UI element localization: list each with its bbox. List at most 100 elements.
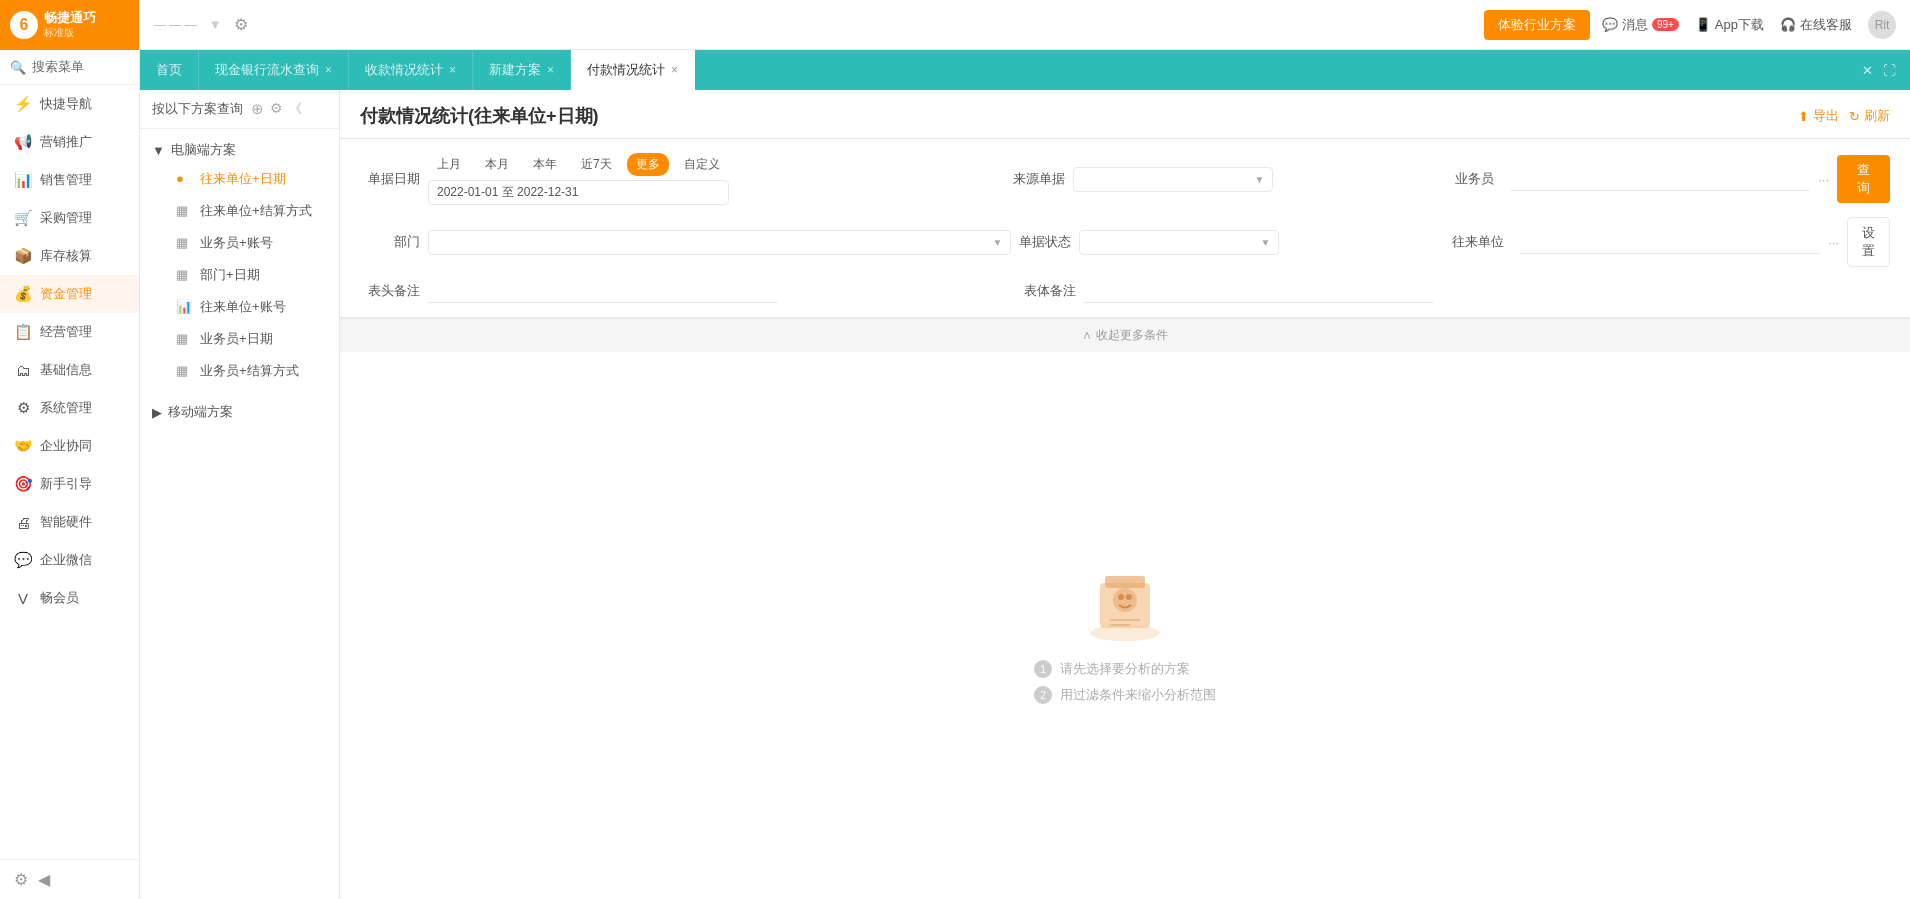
tabbar: 首页 现金银行流水查询 × 收款情况统计 × 新建方案 × 付款情况统计 × ✕…: [140, 50, 1910, 90]
date-range-input[interactable]: 2022-01-01 至 2022-12-31: [428, 180, 729, 205]
tab-bank-flow[interactable]: 现金银行流水查询 ×: [199, 50, 349, 90]
scheme-item-partner-account[interactable]: 📊 往来单位+账号: [152, 291, 327, 323]
dept-date-icon: ▦: [176, 267, 192, 283]
refresh-button[interactable]: ↻ 刷新: [1849, 107, 1890, 125]
operation-icon: 📋: [14, 323, 32, 341]
trial-button[interactable]: 体验行业方案: [1484, 10, 1590, 40]
message-item[interactable]: 💬 消息 99+: [1602, 16, 1679, 34]
tab-receipt-stats[interactable]: 收款情况统计 ×: [349, 50, 473, 90]
sidebar-item-vip[interactable]: V 畅会员: [0, 579, 139, 617]
sidebar-item-sales[interactable]: 📊 销售管理: [0, 161, 139, 199]
collapse-sidebar-icon[interactable]: ◀: [38, 870, 50, 889]
tab-new-scheme-close[interactable]: ×: [547, 63, 554, 77]
sidebar-item-enterprise[interactable]: 🤝 企业协同: [0, 427, 139, 465]
partner-date-icon: ●: [176, 171, 192, 187]
tab-new-scheme[interactable]: 新建方案 ×: [473, 50, 571, 90]
search-menu[interactable]: 🔍 搜索菜单: [0, 50, 139, 85]
mobile-group-label: 移动端方案: [168, 403, 233, 421]
service-icon: 🎧: [1780, 17, 1796, 32]
purchase-icon: 🛒: [14, 209, 32, 227]
filter-col-header-remark: 表头备注: [360, 279, 1016, 303]
date-btn-7days[interactable]: 近7天: [572, 153, 621, 176]
sidebar-item-purchase[interactable]: 🛒 采购管理: [0, 199, 139, 237]
tab-home[interactable]: 首页: [140, 50, 199, 90]
doc-status-select-wrap: [1079, 230, 1279, 255]
sidebar-label-sales: 销售管理: [40, 171, 92, 189]
scheme-settings-icon[interactable]: ⚙: [270, 100, 283, 118]
settings-bottom-icon[interactable]: ⚙: [14, 870, 28, 889]
scheme-group-mobile: ▶ 移动端方案: [140, 391, 339, 429]
partner-more-icon[interactable]: ···: [1828, 235, 1839, 250]
breadcrumb: — — —: [154, 18, 197, 32]
empty-illustration: [1075, 548, 1175, 648]
scheme-item-salesman-account[interactable]: ▦ 业务员+账号: [152, 227, 327, 259]
scheme-item-partner-settle[interactable]: ▦ 往来单位+结算方式: [152, 195, 327, 227]
scheme-group-desktop-header[interactable]: ▼ 电脑端方案: [152, 137, 327, 163]
user-avatar[interactable]: Rit: [1868, 11, 1896, 39]
svg-point-4: [1118, 594, 1124, 600]
sidebar-item-operation[interactable]: 📋 经营管理: [0, 313, 139, 351]
empty-state: 1 请先选择要分析的方案 2 用过滤条件来缩小分析范围: [340, 352, 1910, 899]
partner-input[interactable]: [1520, 230, 1820, 254]
scheme-add-icon[interactable]: ⊕: [251, 100, 264, 118]
header-remark-input[interactable]: [428, 279, 778, 303]
sidebar-item-wechat[interactable]: 💬 企业微信: [0, 541, 139, 579]
scheme-header-icons: ⊕ ⚙ 《: [251, 100, 302, 118]
sidebar-item-system[interactable]: ⚙ 系统管理: [0, 389, 139, 427]
header-remark-label: 表头备注: [360, 282, 420, 300]
message-label: 消息: [1622, 16, 1648, 34]
sidebar-item-capital[interactable]: 💰 资金管理: [0, 275, 139, 313]
scheme-item-salesman-settle[interactable]: ▦ 业务员+结算方式: [152, 355, 327, 387]
sidebar-label-purchase: 采购管理: [40, 209, 92, 227]
empty-tip-1: 1 请先选择要分析的方案: [1034, 660, 1216, 678]
sales-icon: 📊: [14, 171, 32, 189]
topbar-settings-icon[interactable]: ⚙: [234, 15, 248, 34]
scheme-group-desktop: ▼ 电脑端方案 ● 往来单位+日期 ▦ 往来单位+结算方式 ▦ 业务员+账号: [140, 129, 339, 391]
scheme-item-partner-date[interactable]: ● 往来单位+日期: [152, 163, 327, 195]
date-range-value: 2022-01-01 至 2022-12-31: [437, 184, 578, 201]
hardware-icon: 🖨: [14, 514, 32, 531]
tab-receipt-stats-close[interactable]: ×: [449, 63, 456, 77]
tab-payment-stats-close[interactable]: ×: [671, 63, 678, 77]
date-btn-more[interactable]: 更多: [627, 153, 669, 176]
sidebar-label-system: 系统管理: [40, 399, 92, 417]
scheme-item-dept-date[interactable]: ▦ 部门+日期: [152, 259, 327, 291]
online-service-item[interactable]: 🎧 在线客服: [1780, 16, 1852, 34]
scheme-item-salesman-date-label: 业务员+日期: [200, 330, 273, 348]
salesman-more-icon[interactable]: ···: [1818, 172, 1829, 187]
settings-button[interactable]: 设置: [1847, 217, 1890, 267]
date-btn-last-month[interactable]: 上月: [428, 153, 470, 176]
sidebar-item-basic[interactable]: 🗂 基础信息: [0, 351, 139, 389]
tab-payment-stats[interactable]: 付款情况统计 ×: [571, 50, 695, 90]
sidebar-item-marketing[interactable]: 📢 营销推广: [0, 123, 139, 161]
sidebar-label-quick-nav: 快捷导航: [40, 95, 92, 113]
collapse-bar[interactable]: ∧ 收起更多条件: [340, 318, 1910, 352]
sidebar-item-quick-nav[interactable]: ⚡ 快捷导航: [0, 85, 139, 123]
salesman-input[interactable]: [1510, 167, 1810, 191]
guide-icon: 🎯: [14, 475, 32, 493]
sidebar-label-marketing: 营销推广: [40, 133, 92, 151]
empty-tips: 1 请先选择要分析的方案 2 用过滤条件来缩小分析范围: [1034, 660, 1216, 704]
sidebar-item-inventory[interactable]: 📦 库存核算: [0, 237, 139, 275]
tab-bank-flow-close[interactable]: ×: [325, 63, 332, 77]
capital-icon: 💰: [14, 285, 32, 303]
date-btn-this-month[interactable]: 本月: [476, 153, 518, 176]
sidebar-item-guide[interactable]: 🎯 新手引导: [0, 465, 139, 503]
source-doc-select[interactable]: [1073, 167, 1273, 192]
app-download-item[interactable]: 📱 App下载: [1695, 16, 1764, 34]
date-btn-this-year[interactable]: 本年: [524, 153, 566, 176]
scheme-group-mobile-header[interactable]: ▶ 移动端方案: [152, 399, 327, 425]
dept-select[interactable]: [428, 230, 1011, 255]
scheme-item-salesman-date[interactable]: ▦ 业务员+日期: [152, 323, 327, 355]
body-remark-input[interactable]: [1084, 279, 1434, 303]
sidebar-item-hardware[interactable]: 🖨 智能硬件: [0, 503, 139, 541]
export-button[interactable]: ⬆ 导出: [1798, 107, 1839, 125]
query-button[interactable]: 查询: [1837, 155, 1890, 203]
date-btn-custom[interactable]: 自定义: [675, 153, 729, 176]
sidebar-label-vip: 畅会员: [40, 589, 79, 607]
scheme-collapse-icon[interactable]: 《: [289, 100, 302, 118]
window-close-icon[interactable]: ✕: [1862, 63, 1873, 78]
scheme-header: 按以下方案查询 ⊕ ⚙ 《: [140, 90, 339, 129]
window-maximize-icon[interactable]: ⛶: [1883, 63, 1896, 78]
doc-status-select[interactable]: [1079, 230, 1279, 255]
